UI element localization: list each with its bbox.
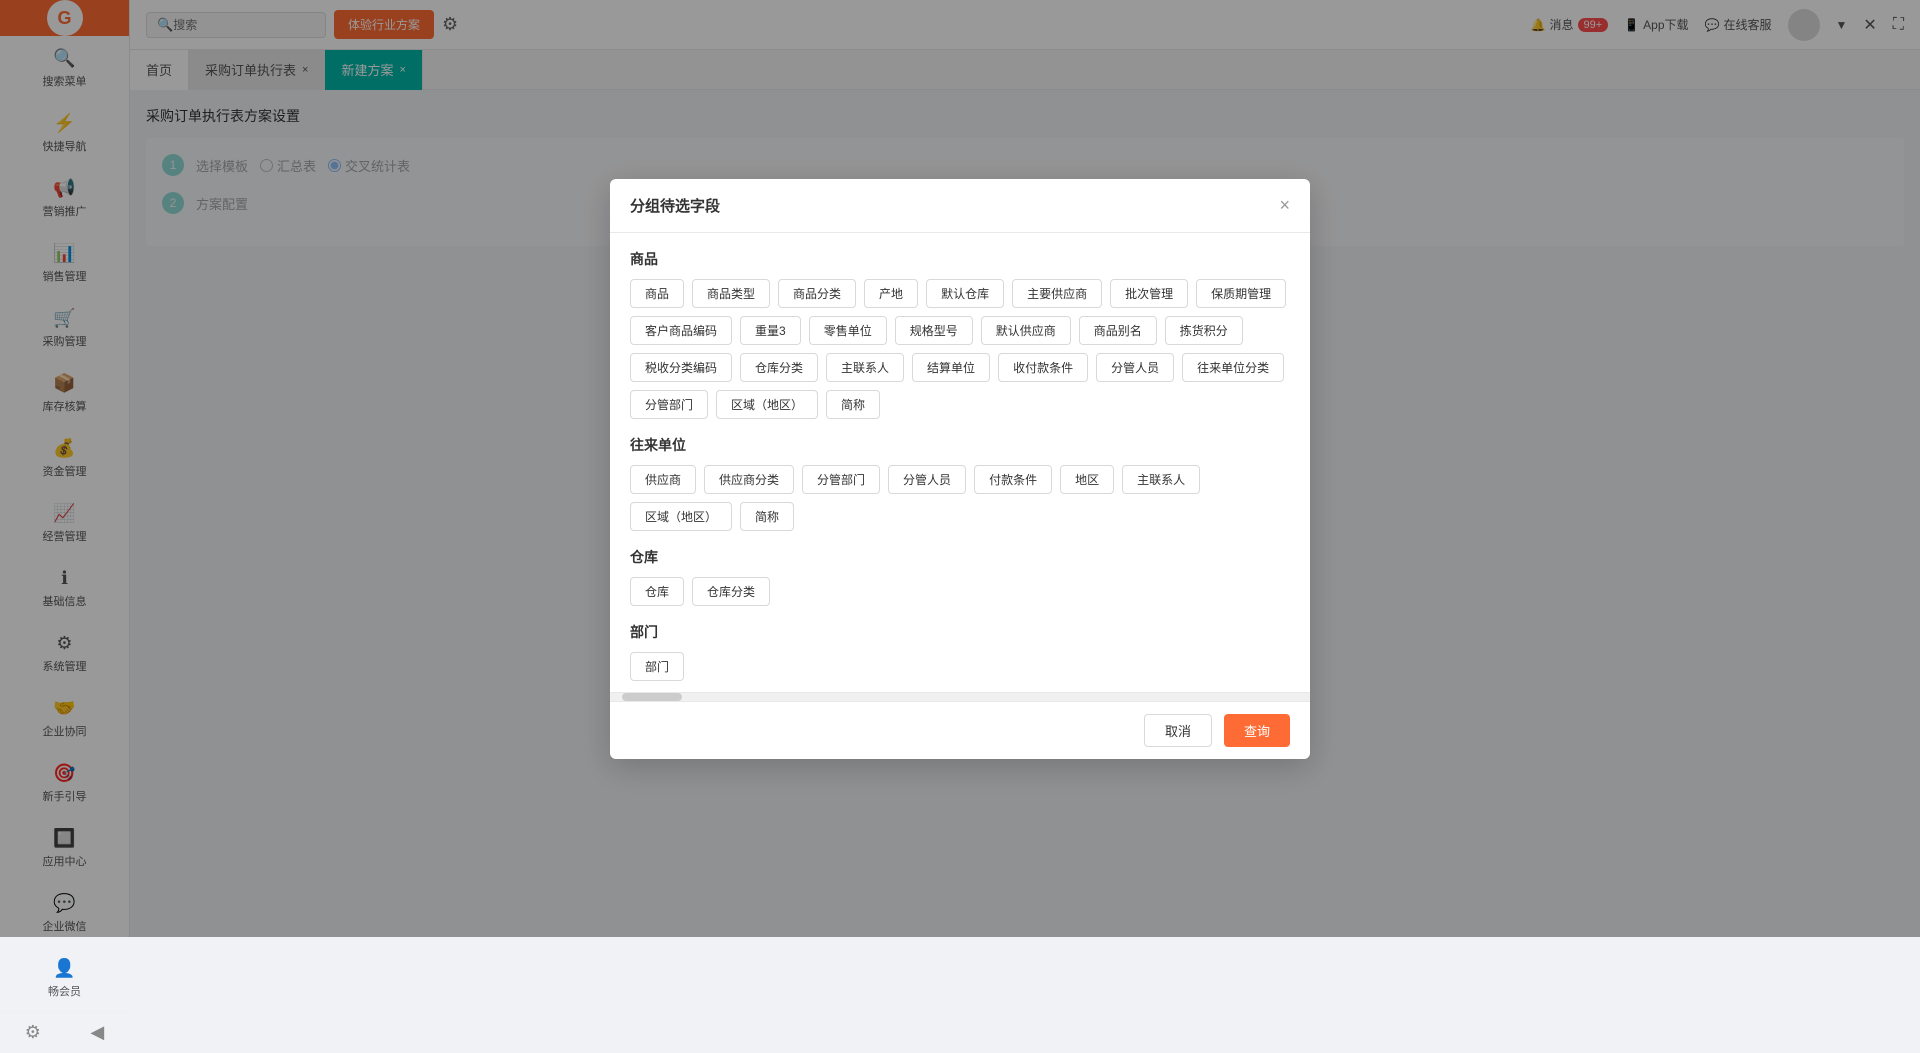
sidebar-item-14[interactable]: 👤 畅会员	[43, 946, 87, 1011]
field-tag-0-0[interactable]: 商品	[630, 279, 684, 308]
field-tag-0-20[interactable]: 分管人员	[1096, 353, 1174, 382]
field-tag-0-8[interactable]: 客户商品编码	[630, 316, 732, 345]
section-title-0: 商品	[630, 249, 1290, 269]
field-tag-0-18[interactable]: 结算单位	[912, 353, 990, 382]
cancel-button[interactable]: 取消	[1144, 714, 1212, 747]
field-tag-0-1[interactable]: 商品类型	[692, 279, 770, 308]
field-tag-0-14[interactable]: 拣货积分	[1165, 316, 1243, 345]
field-tag-1-1[interactable]: 供应商分类	[704, 465, 794, 494]
field-tag-0-3[interactable]: 产地	[864, 279, 918, 308]
field-tag-2-1[interactable]: 仓库分类	[692, 577, 770, 606]
sidebar-label-14: 畅会员	[48, 983, 81, 999]
field-tag-1-3[interactable]: 分管人员	[888, 465, 966, 494]
field-tag-0-5[interactable]: 主要供应商	[1012, 279, 1102, 308]
field-tag-1-5[interactable]: 地区	[1060, 465, 1114, 494]
field-tag-0-24[interactable]: 简称	[826, 390, 880, 419]
field-tag-0-4[interactable]: 默认仓库	[926, 279, 1004, 308]
field-tags-2: 仓库仓库分类	[630, 577, 1290, 606]
modal-footer: 取消 查询	[610, 701, 1310, 759]
section-title-1: 往来单位	[630, 435, 1290, 455]
field-tag-0-17[interactable]: 主联系人	[826, 353, 904, 382]
field-tag-0-19[interactable]: 收付款条件	[998, 353, 1088, 382]
modal-overlay: 分组待选字段 × 商品商品商品类型商品分类产地默认仓库主要供应商批次管理保质期管…	[0, 0, 1920, 937]
field-tags-3: 部门	[630, 652, 1290, 681]
field-tag-0-10[interactable]: 零售单位	[809, 316, 887, 345]
field-tags-0: 商品商品类型商品分类产地默认仓库主要供应商批次管理保质期管理客户商品编码重量3 零…	[630, 279, 1290, 419]
field-section-2: 仓库仓库仓库分类	[630, 547, 1290, 606]
confirm-button[interactable]: 查询	[1224, 714, 1290, 747]
field-tag-1-4[interactable]: 付款条件	[974, 465, 1052, 494]
modal-hscroll[interactable]	[610, 692, 1310, 701]
field-tag-0-16[interactable]: 仓库分类	[740, 353, 818, 382]
section-title-2: 仓库	[630, 547, 1290, 567]
field-section-3: 部门部门	[630, 622, 1290, 681]
hscroll-thumb	[622, 693, 682, 701]
section-title-3: 部门	[630, 622, 1290, 642]
field-tag-0-11[interactable]: 规格型号	[895, 316, 973, 345]
field-tag-0-9[interactable]: 重量3	[740, 316, 801, 345]
field-section-1: 往来单位供应商供应商分类分管部门分管人员付款条件地区主联系人区域（地区） 简称	[630, 435, 1290, 531]
field-select-modal: 分组待选字段 × 商品商品商品类型商品分类产地默认仓库主要供应商批次管理保质期管…	[610, 179, 1310, 759]
sidebar-footer: ⚙ ◀	[0, 1011, 129, 1053]
field-tag-0-21[interactable]: 往来单位分类	[1182, 353, 1284, 382]
field-tag-2-0[interactable]: 仓库	[630, 577, 684, 606]
field-tag-0-15[interactable]: 税收分类编码	[630, 353, 732, 382]
field-tag-1-2[interactable]: 分管部门	[802, 465, 880, 494]
field-section-0: 商品商品商品类型商品分类产地默认仓库主要供应商批次管理保质期管理客户商品编码重量…	[630, 249, 1290, 419]
field-tag-0-22[interactable]: 分管部门	[630, 390, 708, 419]
field-tag-0-2[interactable]: 商品分类	[778, 279, 856, 308]
field-tag-1-0[interactable]: 供应商	[630, 465, 696, 494]
modal-close-button[interactable]: ×	[1279, 195, 1290, 216]
field-tag-0-7[interactable]: 保质期管理	[1196, 279, 1286, 308]
field-tag-3-0[interactable]: 部门	[630, 652, 684, 681]
field-tag-0-6[interactable]: 批次管理	[1110, 279, 1188, 308]
field-tags-1: 供应商供应商分类分管部门分管人员付款条件地区主联系人区域（地区） 简称	[630, 465, 1290, 531]
sidebar-bottom: ⚙ ◀	[0, 1011, 129, 1053]
modal-body: 商品商品商品类型商品分类产地默认仓库主要供应商批次管理保质期管理客户商品编码重量…	[610, 233, 1310, 692]
field-tag-0-13[interactable]: 商品别名	[1079, 316, 1157, 345]
field-tag-1-6[interactable]: 主联系人	[1122, 465, 1200, 494]
modal-title: 分组待选字段	[630, 195, 720, 216]
modal-header: 分组待选字段 ×	[610, 179, 1310, 233]
collapse-icon[interactable]: ◀	[90, 1022, 104, 1043]
field-tag-1-7[interactable]: 区域（地区）	[630, 502, 732, 531]
sidebar-icon-14: 👤	[53, 958, 75, 979]
settings-icon[interactable]: ⚙	[25, 1022, 41, 1043]
field-tag-1-8[interactable]: 简称	[740, 502, 794, 531]
field-tag-0-23[interactable]: 区域（地区）	[716, 390, 818, 419]
field-tag-0-12[interactable]: 默认供应商	[981, 316, 1071, 345]
